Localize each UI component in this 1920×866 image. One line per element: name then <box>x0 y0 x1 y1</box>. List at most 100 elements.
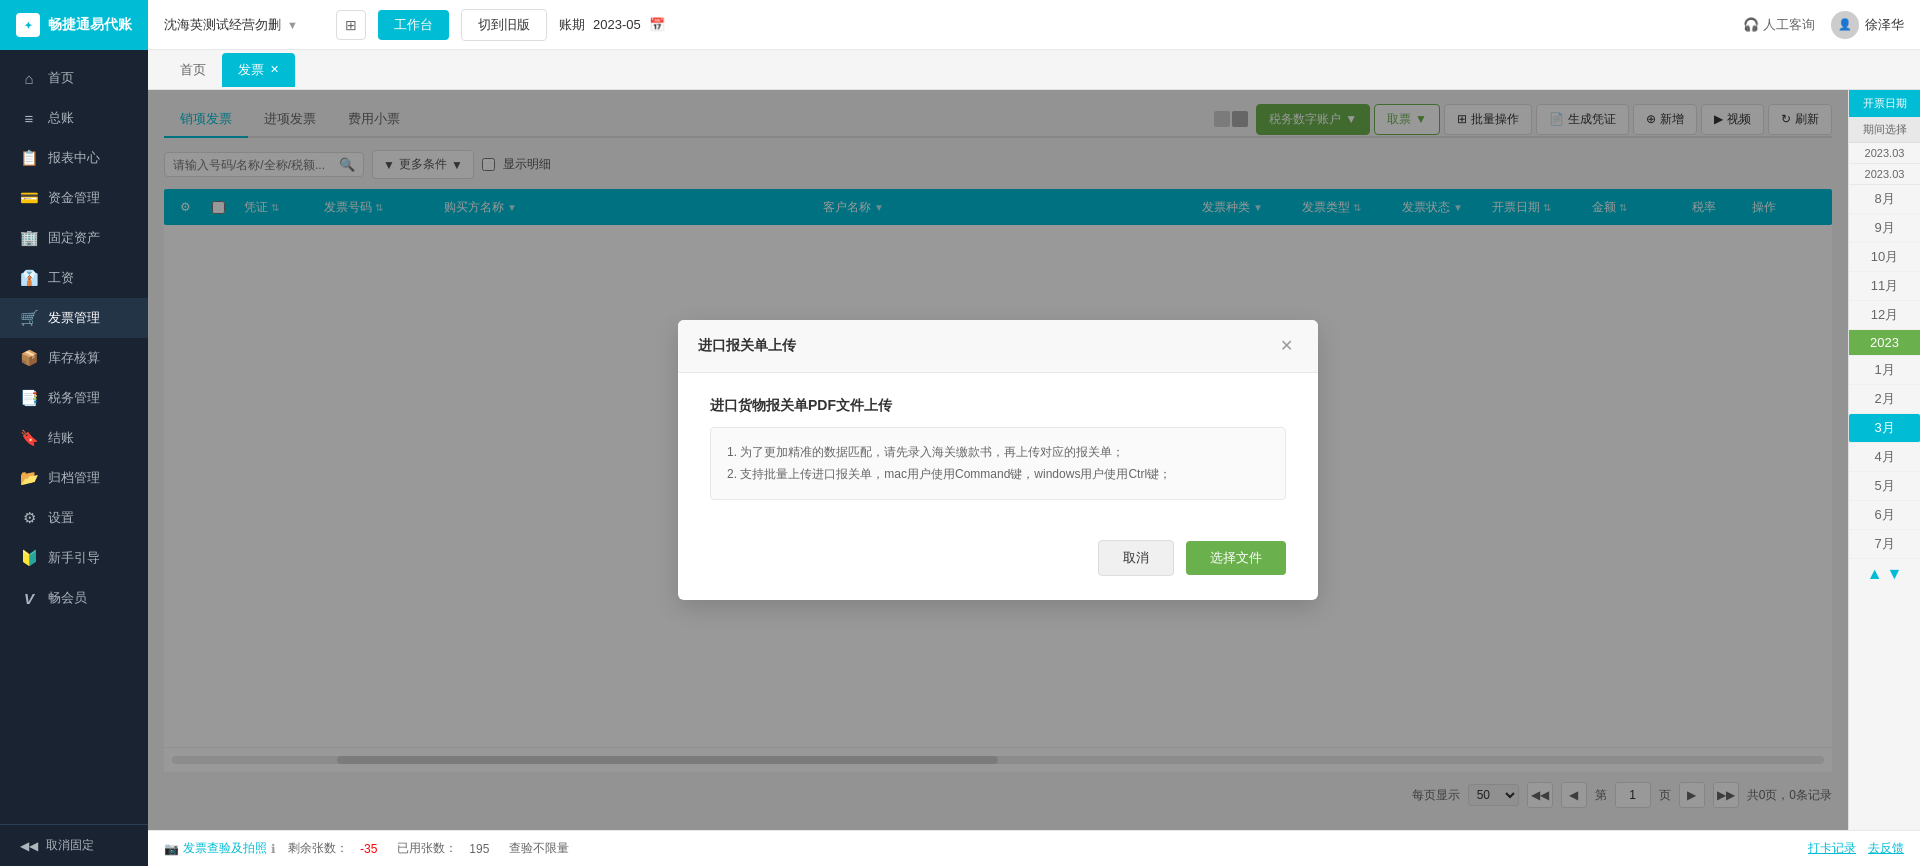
sidebar-item-invoice[interactable]: 🛒 发票管理 <box>0 298 148 338</box>
tab-invoice[interactable]: 发票 ✕ <box>222 53 295 87</box>
unpin-icon: ◀◀ <box>20 839 38 853</box>
inventory-icon: 📦 <box>20 349 38 367</box>
period-month-1[interactable]: 1月 <box>1849 356 1920 385</box>
period-value: 2023-05 <box>593 17 641 32</box>
tab-home[interactable]: 首页 <box>164 53 222 87</box>
upload-note-2: 2. 支持批量上传进口报关单，mac用户使用Command键，windows用户… <box>727 464 1269 486</box>
period-month-5[interactable]: 5月 <box>1849 472 1920 501</box>
app-logo: ✦ 畅捷通易代账 <box>0 0 148 50</box>
sidebar-item-label: 首页 <box>48 69 74 87</box>
topbar-right: 🎧 人工客询 👤 徐泽华 <box>1743 11 1904 39</box>
period-month-12[interactable]: 12月 <box>1849 301 1920 330</box>
company-selector[interactable]: 沈海英测试经营勿删 ▼ <box>164 16 324 34</box>
sidebar-item-label: 库存核算 <box>48 349 100 367</box>
sidebar-item-archive[interactable]: 📂 归档管理 <box>0 458 148 498</box>
period-month-10[interactable]: 10月 <box>1849 243 1920 272</box>
sidebar-item-finance[interactable]: 💳 资金管理 <box>0 178 148 218</box>
calendar-icon[interactable]: 📅 <box>649 17 665 32</box>
sidebar-item-label: 总账 <box>48 109 74 127</box>
open-period-label: 开票日期 <box>1863 97 1907 109</box>
remaining-value: -35 <box>360 842 377 856</box>
ledger-icon: ≡ <box>20 110 38 127</box>
sidebar-item-inventory[interactable]: 📦 库存核算 <box>0 338 148 378</box>
period-display: 账期 2023-05 📅 <box>559 16 665 34</box>
open-period-btn[interactable]: 开票日期 <box>1849 90 1920 117</box>
user-avatar: 👤 <box>1831 11 1859 39</box>
tab-close-icon[interactable]: ✕ <box>270 63 279 76</box>
modal-confirm-btn[interactable]: 选择文件 <box>1186 541 1286 575</box>
used-value: 195 <box>469 842 489 856</box>
sidebar-nav: ⌂ 首页 ≡ 总账 📋 报表中心 💳 资金管理 🏢 固定资产 👔 工资 🛒 发票… <box>0 50 148 824</box>
sidebar-item-tax[interactable]: 📑 税务管理 <box>0 378 148 418</box>
modal-overlay: 进口报关单上传 ✕ 进口货物报关单PDF文件上传 1. 为了更加精准的数据匹配，… <box>148 90 1848 830</box>
upload-section-title: 进口货物报关单PDF文件上传 <box>710 397 1286 415</box>
tax-icon: 📑 <box>20 389 38 407</box>
sidebar-item-home[interactable]: ⌂ 首页 <box>0 58 148 98</box>
period-month-7[interactable]: 7月 <box>1849 530 1920 559</box>
period-month-2[interactable]: 2月 <box>1849 385 1920 414</box>
app-name: 畅捷通易代账 <box>48 16 132 34</box>
sidebar-item-settings[interactable]: ⚙ 设置 <box>0 498 148 538</box>
service-label: 人工客询 <box>1763 16 1815 34</box>
sidebar-item-label: 设置 <box>48 509 74 527</box>
customer-service-btn[interactable]: 🎧 人工客询 <box>1743 16 1815 34</box>
bottombar: 📷 发票查验及拍照 ℹ 剩余张数： -35 已用张数： 195 查验不限量 打卡… <box>148 830 1920 866</box>
sidebar-footer-unpin[interactable]: ◀◀ 取消固定 <box>0 824 148 866</box>
content-area: 销项发票 进项发票 费用小票 税务数字账户 <box>148 90 1848 830</box>
company-settings-btn[interactable]: ⊞ <box>336 10 366 40</box>
feedback-link[interactable]: 去反馈 <box>1868 840 1904 857</box>
sidebar-item-label: 结账 <box>48 429 74 447</box>
topbar: 沈海英测试经营勿删 ▼ ⊞ 工作台 切到旧版 账期 2023-05 📅 🎧 人工… <box>148 0 1920 50</box>
period-nav: ▲ ▼ <box>1849 559 1920 589</box>
sidebar-item-salary[interactable]: 👔 工资 <box>0 258 148 298</box>
period-up-icon[interactable]: ▲ <box>1867 565 1883 583</box>
home-icon: ⌂ <box>20 70 38 87</box>
info-icon[interactable]: ℹ <box>271 842 276 856</box>
modal-body: 进口货物报关单PDF文件上传 1. 为了更加精准的数据匹配，请先录入海关缴款书，… <box>678 373 1318 524</box>
sidebar-item-label: 发票管理 <box>48 309 100 327</box>
import-modal: 进口报关单上传 ✕ 进口货物报关单PDF文件上传 1. 为了更加精准的数据匹配，… <box>678 320 1318 600</box>
settlement-icon: 🔖 <box>20 429 38 447</box>
switch-version-btn[interactable]: 切到旧版 <box>461 9 547 41</box>
modal-cancel-btn[interactable]: 取消 <box>1098 540 1174 576</box>
sidebar-item-ledger[interactable]: ≡ 总账 <box>0 98 148 138</box>
period-month-6[interactable]: 6月 <box>1849 501 1920 530</box>
modal-footer: 取消 选择文件 <box>678 524 1318 600</box>
unlimited-label: 查验不限量 <box>509 840 569 857</box>
upload-note-1: 1. 为了更加精准的数据匹配，请先录入海关缴款书，再上传对应的报关单； <box>727 442 1269 464</box>
bottombar-right: 打卡记录 去反馈 <box>1808 840 1904 857</box>
sidebar-item-settlement[interactable]: 🔖 结账 <box>0 418 148 458</box>
modal-close-btn[interactable]: ✕ <box>1274 334 1298 358</box>
period-year-marker: 2023 <box>1849 330 1920 356</box>
sidebar-item-guide[interactable]: 🔰 新手引导 <box>0 538 148 578</box>
camera-icon: 📷 <box>164 842 179 856</box>
period-month-9[interactable]: 9月 <box>1849 214 1920 243</box>
salary-icon: 👔 <box>20 269 38 287</box>
sidebar-item-label: 畅会员 <box>48 589 87 607</box>
main-area: 沈海英测试经营勿删 ▼ ⊞ 工作台 切到旧版 账期 2023-05 📅 🎧 人工… <box>148 0 1920 866</box>
guide-icon: 🔰 <box>20 549 38 567</box>
sidebar-item-label: 资金管理 <box>48 189 100 207</box>
period-year-1: 2023.03 <box>1849 143 1920 164</box>
modal-title: 进口报关单上传 <box>698 337 796 355</box>
sidebar-footer-label: 取消固定 <box>46 837 94 854</box>
sidebar-item-label: 固定资产 <box>48 229 100 247</box>
period-month-4[interactable]: 4月 <box>1849 443 1920 472</box>
period-month-3[interactable]: 3月 <box>1849 414 1920 443</box>
period-year-2: 2023.03 <box>1849 164 1920 185</box>
member-icon: V <box>20 590 38 607</box>
tab-home-label: 首页 <box>180 61 206 79</box>
workspace-btn[interactable]: 工作台 <box>378 10 449 40</box>
sidebar-item-label: 归档管理 <box>48 469 100 487</box>
period-down-icon[interactable]: ▼ <box>1887 565 1903 583</box>
punch-record-link[interactable]: 打卡记录 <box>1808 840 1856 857</box>
period-month-11[interactable]: 11月 <box>1849 272 1920 301</box>
sidebar-item-member[interactable]: V 畅会员 <box>0 578 148 618</box>
headset-icon: 🎧 <box>1743 17 1759 32</box>
period-label: 账期 <box>559 16 585 34</box>
settings-icon: ⚙ <box>20 509 38 527</box>
sidebar-item-reports[interactable]: 📋 报表中心 <box>0 138 148 178</box>
period-month-8[interactable]: 8月 <box>1849 185 1920 214</box>
sidebar-item-assets[interactable]: 🏢 固定资产 <box>0 218 148 258</box>
user-menu[interactable]: 👤 徐泽华 <box>1831 11 1904 39</box>
